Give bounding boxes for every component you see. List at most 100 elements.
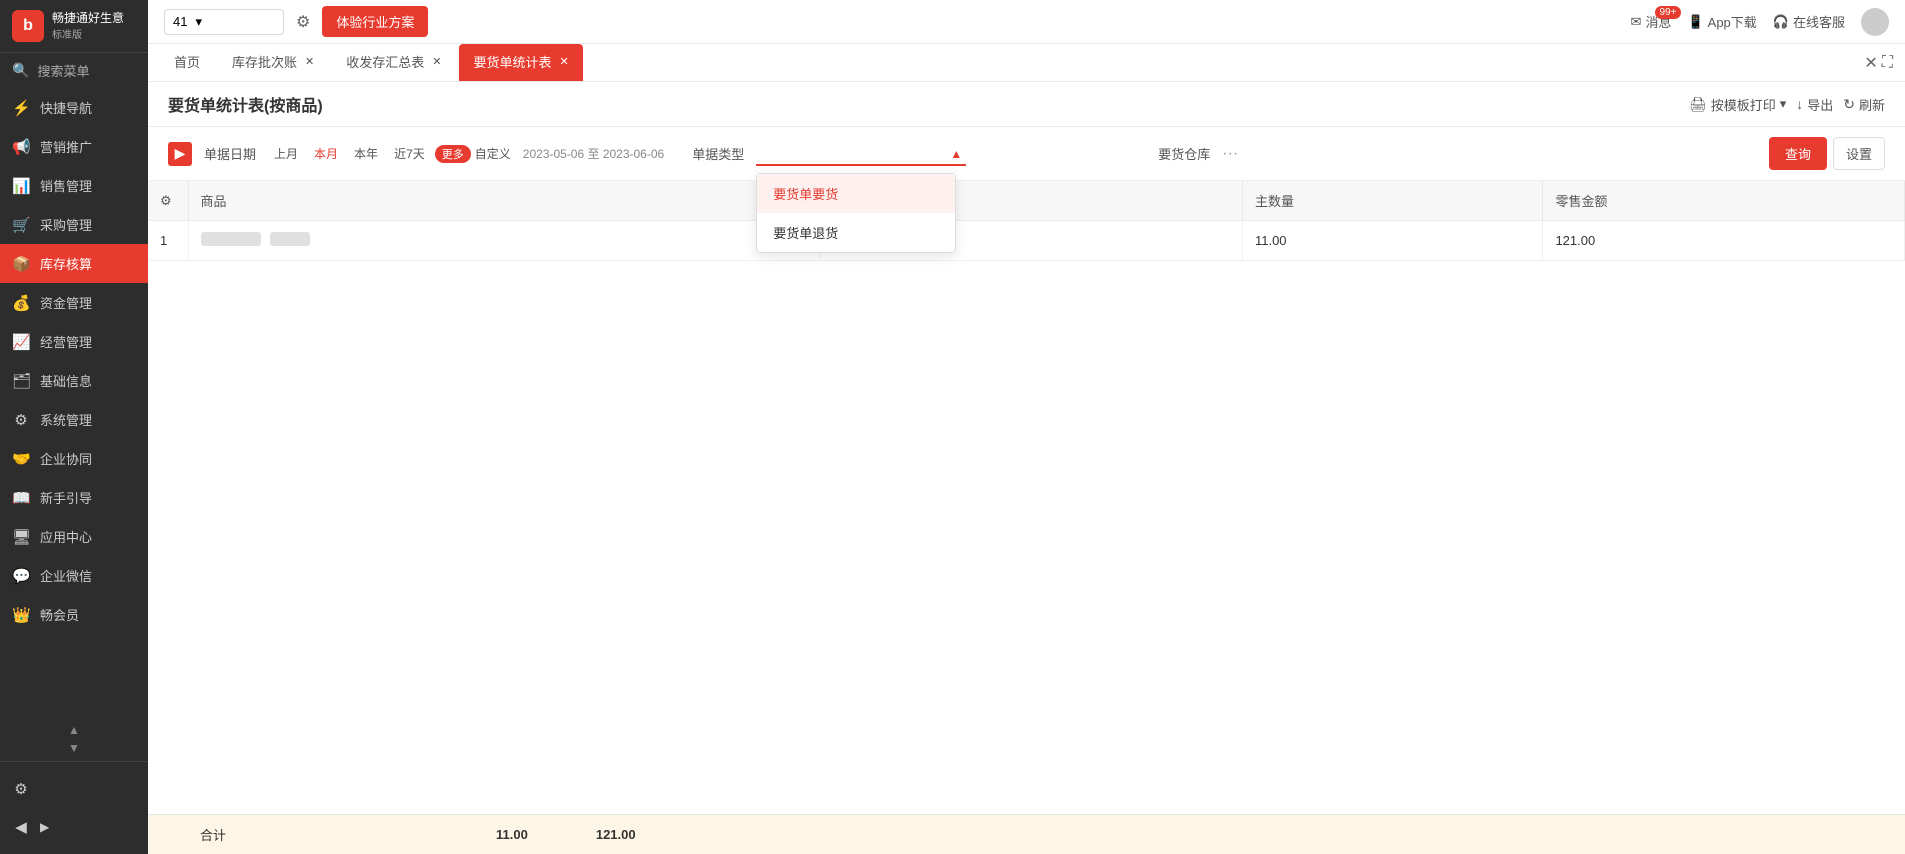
sidebar-label-apps: 应用中心 [40,527,136,546]
date-more-badge[interactable]: 更多 [435,145,471,163]
date-btn-this-year[interactable]: 本年 [348,143,384,164]
message-badge: 99+ [1655,6,1682,19]
message-btn[interactable]: ✉ 消息 99+ [1631,12,1672,31]
setting-btn[interactable]: 设置 [1833,137,1885,170]
date-quick-btns: 上月 本月 本年 近7天 更多 自定义 [268,143,511,164]
basic-icon: 🗂 [12,372,30,390]
data-table: ⚙ 商品 主计量单位 主数量 零售金额 [148,181,1905,261]
sidebar-item-sales[interactable]: 📊 销售管理 [0,166,148,205]
marketing-icon: 📢 [12,138,30,156]
warehouse-more-btn[interactable]: ··· [1222,145,1238,163]
user-avatar[interactable] [1861,8,1889,36]
sidebar-item-inventory[interactable]: 📦 库存核算 [0,244,148,283]
tab-batch[interactable]: 库存批次账 ✕ [218,44,328,81]
sidebar-item-guide[interactable]: 📖 新手引导 [0,478,148,517]
export-btn[interactable]: ↓ 导出 [1796,95,1833,114]
gear-icon[interactable]: ⚙ [296,12,310,32]
tab-home[interactable]: 首页 [160,44,214,81]
search-menu[interactable]: 🔍 搜索菜单 [0,53,148,88]
query-btn[interactable]: 查询 [1769,137,1827,170]
custom-date-btn[interactable]: 自定义 [475,145,511,162]
print-btn[interactable]: 🖨 按模板打印 ▾ [1689,95,1786,114]
table-header-row: ⚙ 商品 主计量单位 主数量 零售金额 [148,181,1905,221]
inventory-icon: 📦 [12,255,30,273]
date-btn-7days[interactable]: 近7天 [388,143,431,164]
filter-row: ▶ 单据日期 上月 本月 本年 近7天 更多 自定义 2023-05-06 至 … [168,137,1885,170]
th-amount: 零售金额 [1543,181,1905,221]
app-download-btn[interactable]: 📱 App下载 [1687,12,1756,31]
app-download-label: App下载 [1708,12,1757,31]
sidebar-item-member[interactable]: 👑 畅会员 [0,595,148,634]
refresh-btn[interactable]: ↻ 刷新 [1843,95,1885,114]
sidebar-item-finance[interactable]: 💰 资金管理 [0,283,148,322]
warehouse-label: 要货仓库 [1158,144,1210,163]
sidebar-item-collab[interactable]: 🤝 企业协同 [0,439,148,478]
tab-batch-close[interactable]: ✕ [305,55,314,68]
sidebar-label-basic: 基础信息 [40,371,136,390]
sidebar-item-operation[interactable]: 📈 经营管理 [0,322,148,361]
tabs-bar: 首页 库存批次账 ✕ 收发存汇总表 ✕ 要货单统计表 ✕ ✕ ⛶ [148,44,1905,82]
date-btn-last-month[interactable]: 上月 [268,143,304,164]
tab-batch-label: 库存批次账 [232,52,297,71]
cell-quantity: 11.00 [1242,221,1542,261]
type-select-wrapper: ▲ [756,141,966,166]
sidebar-scroll-down[interactable]: ▼ [66,739,82,757]
toggle-icon: ◀ [12,818,30,836]
page-actions: 🖨 按模板打印 ▾ ↓ 导出 ↻ 刷新 [1689,95,1885,114]
tabs-right: ✕ ⛶ [1864,53,1893,73]
industry-btn[interactable]: 体验行业方案 [322,6,428,37]
sidebar-item-wechat[interactable]: 💬 企业微信 [0,556,148,595]
goods-placeholder-2 [270,232,310,246]
sidebar-settings[interactable]: ⚙ [0,770,148,808]
company-selector[interactable]: 41 ▾ [164,9,284,35]
quick-icon: ⚡ [12,99,30,117]
sidebar-label-wechat: 企业微信 [40,566,136,585]
app-sub: 标准版 [52,26,124,41]
th-settings[interactable]: ⚙ [148,181,188,221]
main-area: 41 ▾ ⚙ 体验行业方案 ✉ 消息 99+ 📱 App下载 🎧 在线客服 [148,0,1905,854]
apps-icon: 🖥 [12,528,30,546]
sidebar-nav: ⚡ 快捷导航 📢 营销推广 📊 销售管理 🛒 采购管理 📦 库存核算 💰 资金管… [0,88,148,717]
tab-summary[interactable]: 收发存汇总表 ✕ [332,44,455,81]
filter-expand-btn[interactable]: ▶ [168,142,192,166]
type-select-input[interactable] [756,141,966,166]
filter-bar: ▶ 单据日期 上月 本月 本年 近7天 更多 自定义 2023-05-06 至 … [148,127,1905,181]
cell-amount: 121.00 [1543,221,1905,261]
tab-close-all[interactable]: ✕ [1864,53,1877,73]
goods-placeholder-1 [201,232,261,246]
print-icon: 🖨 [1689,96,1707,113]
download-icon: 📱 [1687,14,1703,30]
footer-label: 合计 [200,825,226,844]
sidebar-item-apps[interactable]: 🖥 应用中心 [0,517,148,556]
sidebar-scroll-up[interactable]: ▲ [66,721,82,739]
tab-order-stats[interactable]: 要货单统计表 ✕ [459,44,582,81]
th-goods: 商品 [188,181,820,221]
sidebar-item-system[interactable]: ⚙ 系统管理 [0,400,148,439]
topbar: 41 ▾ ⚙ 体验行业方案 ✉ 消息 99+ 📱 App下载 🎧 在线客服 [148,0,1905,44]
sidebar-toggle[interactable]: ◀ ▶ [0,808,148,846]
sidebar-item-purchase[interactable]: 🛒 采购管理 [0,205,148,244]
sidebar-label-system: 系统管理 [40,410,136,429]
tab-summary-close[interactable]: ✕ [432,55,441,68]
date-btn-this-month[interactable]: 本月 [308,143,344,164]
sidebar-item-basic[interactable]: 🗂 基础信息 [0,361,148,400]
sidebar-label-operation: 经营管理 [40,332,136,351]
dropdown-option-2[interactable]: 要货单退货 [757,213,955,252]
refresh-icon: ↻ [1843,96,1855,113]
th-quantity: 主数量 [1242,181,1542,221]
dropdown-option-1[interactable]: 要货单要货 [757,174,955,213]
table-row: 1 块 11.00 121.00 [148,221,1905,261]
topbar-right: ✉ 消息 99+ 📱 App下载 🎧 在线客服 [1631,8,1889,36]
tab-order-stats-close[interactable]: ✕ [560,55,569,68]
sidebar-label-marketing: 营销推广 [40,137,136,156]
sidebar-label-member: 畅会员 [40,605,136,624]
app-logo: b 畅捷通好生意 标准版 [0,0,148,53]
sidebar-item-quick[interactable]: ⚡ 快捷导航 [0,88,148,127]
table-footer: 合计 11.00 121.00 [148,814,1905,854]
sidebar-item-marketing[interactable]: 📢 营销推广 [0,127,148,166]
online-service-btn[interactable]: 🎧 在线客服 [1773,12,1845,31]
print-dropdown-icon: ▾ [1780,96,1787,112]
search-menu-label: 搜索菜单 [37,61,89,80]
tab-expand[interactable]: ⛶ [1882,53,1893,73]
type-select-arrow[interactable]: ▲ [950,147,962,161]
